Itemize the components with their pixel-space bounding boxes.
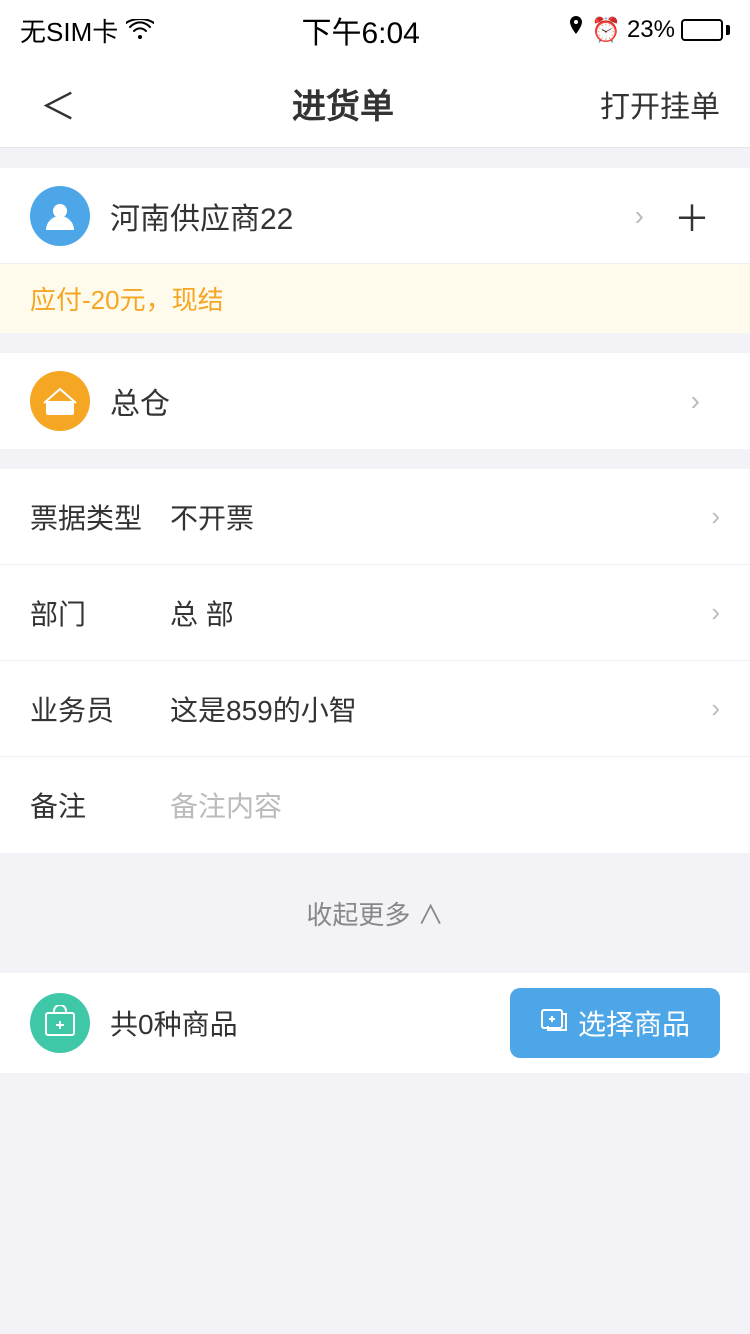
sales-chevron-icon: › xyxy=(711,693,720,724)
bottom-bar: 共0种商品 选择商品 xyxy=(0,973,750,1073)
warehouse-icon xyxy=(30,371,90,431)
invoice-label: 票据类型 xyxy=(30,497,150,537)
select-product-label: 选择商品 xyxy=(578,1003,690,1043)
select-product-icon xyxy=(540,1006,568,1041)
warehouse-chevron-icon: › xyxy=(691,385,700,417)
remarks-value[interactable]: 备注内容 xyxy=(150,785,720,825)
supplier-avatar xyxy=(30,186,90,246)
page-background xyxy=(0,1073,750,1333)
warehouse-card: 总仓 › xyxy=(0,353,750,449)
sales-row[interactable]: 业务员 这是859的小智 › xyxy=(0,661,750,757)
notice-bar: 应付-20元，现结 xyxy=(0,264,750,333)
product-icon xyxy=(30,993,90,1053)
invoice-value: 不开票 xyxy=(150,497,711,537)
back-button[interactable]: ＜ xyxy=(30,68,86,140)
dept-chevron-icon: › xyxy=(711,597,720,628)
collapse-label: 收起更多 ∧ xyxy=(306,895,443,932)
battery-percent: 23% xyxy=(627,16,675,44)
location-icon xyxy=(567,16,585,45)
collapse-bar[interactable]: 收起更多 ∧ xyxy=(0,873,750,953)
dept-value: 总 部 xyxy=(150,593,711,633)
remarks-row[interactable]: 备注 备注内容 xyxy=(0,757,750,853)
status-bar: 无SIM卡 下午6:04 ⏰ 23% xyxy=(0,0,750,60)
supplier-row[interactable]: 河南供应商22 › ＋ xyxy=(0,168,750,264)
supplier-card: 河南供应商22 › ＋ 应付-20元，现结 xyxy=(0,168,750,333)
status-time: 下午6:04 xyxy=(301,8,419,52)
add-button[interactable]: ＋ xyxy=(664,180,720,252)
section-gap-2 xyxy=(0,333,750,353)
form-section: 票据类型 不开票 › 部门 总 部 › 业务员 这是859的小智 › 备注 备注… xyxy=(0,469,750,853)
product-count: 共0种商品 xyxy=(110,1003,510,1043)
invoice-chevron-icon: › xyxy=(711,501,720,532)
remarks-label: 备注 xyxy=(30,785,150,825)
dept-row[interactable]: 部门 总 部 › xyxy=(0,565,750,661)
page-title: 进货单 xyxy=(292,79,394,128)
status-right: ⏰ 23% xyxy=(567,16,730,45)
warehouse-row[interactable]: 总仓 › xyxy=(0,353,750,449)
select-product-button[interactable]: 选择商品 xyxy=(510,988,720,1058)
wifi-icon xyxy=(126,15,154,46)
alarm-icon: ⏰ xyxy=(591,16,621,45)
supplier-chevron-icon: › xyxy=(635,200,644,232)
open-pending-button[interactable]: 打开挂单 xyxy=(600,82,720,126)
dept-label: 部门 xyxy=(30,593,150,633)
section-gap-1 xyxy=(0,148,750,168)
carrier-label: 无SIM卡 xyxy=(20,12,118,49)
supplier-name: 河南供应商22 xyxy=(110,194,635,238)
battery-icon xyxy=(681,19,730,41)
warehouse-name: 总仓 xyxy=(110,379,691,423)
status-left: 无SIM卡 xyxy=(20,12,154,49)
nav-bar: ＜ 进货单 打开挂单 xyxy=(0,60,750,148)
sales-label: 业务员 xyxy=(30,689,150,729)
notice-text: 应付-20元，现结 xyxy=(30,285,224,315)
sales-value: 这是859的小智 xyxy=(150,689,711,729)
invoice-row[interactable]: 票据类型 不开票 › xyxy=(0,469,750,565)
